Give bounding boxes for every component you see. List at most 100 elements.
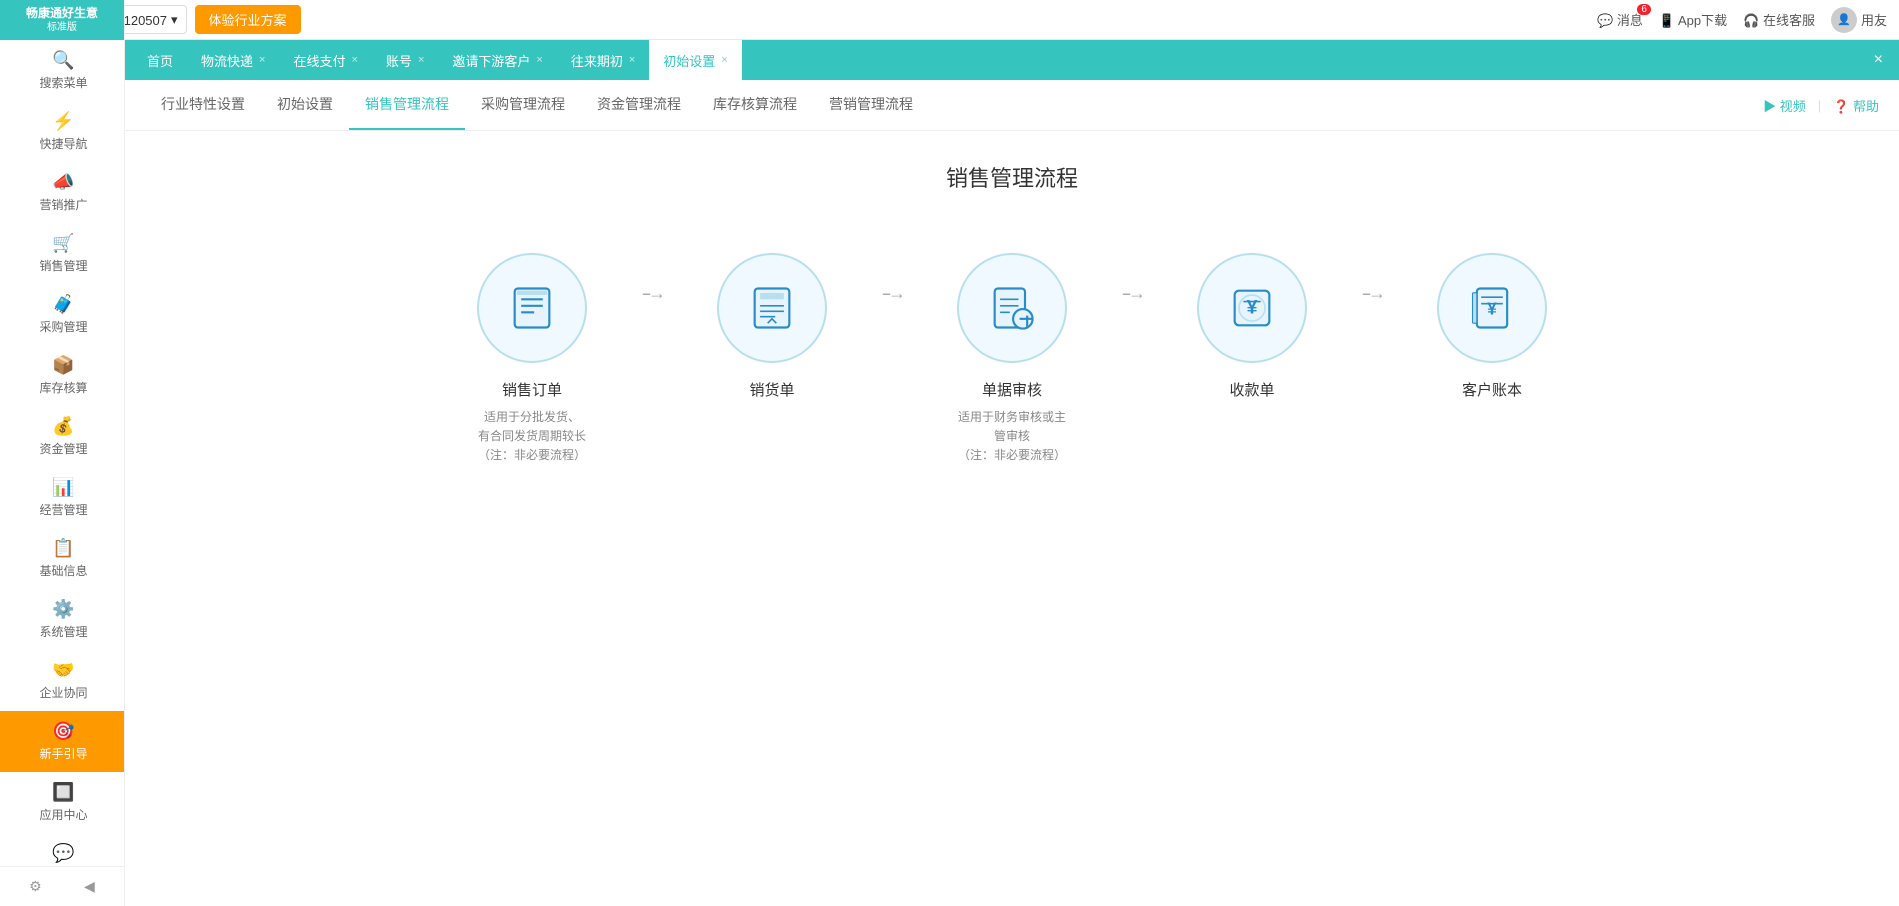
operations-icon: 📊 [52, 477, 74, 498]
sidebar-item-basic-info[interactable]: 📋 基础信息 [0, 528, 124, 589]
flow-step-receipt[interactable]: ¥ 收款单 [1162, 253, 1342, 408]
arrow-icon: - - → [882, 283, 902, 304]
video-help-btn[interactable]: ▶ 视频 [1763, 96, 1806, 115]
finance-icon: 💰 [52, 416, 74, 437]
nav-tab-close[interactable]: × [721, 54, 727, 66]
help-icon: ❓ [1833, 99, 1849, 114]
sidebar-item-purchase[interactable]: 🧳 采购管理 [0, 284, 124, 345]
nav-all-close-btn[interactable]: × [1866, 51, 1891, 69]
divider: | [1818, 98, 1821, 113]
nav-tab-payment[interactable]: 在线支付 × [279, 40, 371, 80]
flow-diagram: 销售订单 适用于分批发货、有合同发货周期较长（注：非必要流程） - - → [145, 253, 1879, 466]
sidebar-item-label: 营销推广 [39, 196, 87, 213]
settings-btn[interactable]: ⚙ [29, 878, 42, 895]
user-menu[interactable]: 👤 用友 [1831, 7, 1887, 33]
newbie-icon: 🎯 [52, 721, 74, 742]
sub-tab-inventory-flow[interactable]: 库存核算流程 [697, 80, 813, 130]
video-label: 视频 [1780, 99, 1806, 114]
nav-tab-close[interactable]: × [629, 54, 635, 66]
nav-tab-account[interactable]: 账号 × [372, 40, 438, 80]
flow-circle-receipt: ¥ [1197, 253, 1307, 363]
username-label: 用友 [1861, 10, 1887, 29]
sub-tab-marketing-flow[interactable]: 营销管理流程 [813, 80, 929, 130]
flow-arrow-4: - - → [1342, 253, 1402, 304]
chevron-down-icon: ▾ [171, 12, 178, 28]
messages-badge: 6 [1637, 4, 1651, 15]
flow-step-sales-order[interactable]: 销售订单 适用于分批发货、有合同发货周期较长（注：非必要流程） [442, 253, 622, 466]
sidebar-item-label: 企业协同 [39, 684, 87, 701]
messages-btn[interactable]: 💬 6 消息 [1597, 10, 1643, 29]
flow-arrow-1: - - → [622, 253, 682, 304]
marketing-icon: 📣 [52, 172, 74, 193]
sub-tab-label: 行业特性设置 [161, 96, 245, 112]
sidebar-item-enterprise-coop[interactable]: 🤝 企业协同 [0, 650, 124, 711]
sidebar-item-marketing-promo[interactable]: 📣 营销推广 [0, 162, 124, 223]
nav-tab-close[interactable]: × [418, 54, 424, 66]
nav-tab-label: 往来期初 [571, 51, 623, 70]
nav-tab-history[interactable]: 往来期初 × [557, 40, 649, 80]
flow-step-desc-doc-review: 适用于财务审核或主管审核（注：非必要流程） [958, 408, 1066, 466]
flow-step-name-doc-review: 单据审核 [982, 379, 1042, 400]
sidebar-item-quick[interactable]: ⚡ 快捷导航 [0, 101, 124, 162]
flow-step-name-invoice: 销货单 [749, 379, 794, 400]
sidebar-item-system[interactable]: ⚙️ 系统管理 [0, 589, 124, 650]
sidebar-item-label: 库存核算 [39, 379, 87, 396]
app-download-btn[interactable]: 📱 App下载 [1659, 10, 1727, 29]
sub-tabs-left: 行业特性设置 初始设置 销售管理流程 采购管理流程 资金管理流程 库存核算流程 … [145, 80, 929, 130]
sales-icon: 🛒 [52, 233, 74, 254]
system-icon: ⚙️ [52, 599, 74, 620]
sidebar-item-sales[interactable]: 🛒 销售管理 [0, 223, 124, 284]
message-icon: 💬 [1597, 13, 1613, 28]
sub-tab-init-settings[interactable]: 初始设置 [261, 80, 349, 130]
flow-circle-doc-review [957, 253, 1067, 363]
logo-subtext: 标准版 [26, 21, 98, 34]
nav-tab-invite[interactable]: 邀请下游客户 × [438, 40, 556, 80]
nav-tab-label: 首页 [147, 51, 173, 70]
sidebar-item-label: 经营管理 [39, 501, 87, 518]
top-bar-right: 💬 6 消息 📱 App下载 🎧 在线客服 👤 用友 [1597, 7, 1887, 33]
sidebar-item-finance[interactable]: 💰 资金管理 [0, 406, 124, 467]
trial-btn[interactable]: 体验行业方案 [195, 5, 301, 34]
nav-tab-close[interactable]: × [259, 54, 265, 66]
content-area: 销售管理流程 销售订单 适用于分批发货、有合同发货周期较长（注：非必要流程） [125, 131, 1899, 496]
sidebar-item-inventory[interactable]: 📦 库存核算 [0, 345, 124, 406]
purchase-icon: 🧳 [52, 294, 74, 315]
sub-tab-industry[interactable]: 行业特性设置 [145, 80, 261, 130]
sub-tab-finance-flow[interactable]: 资金管理流程 [581, 80, 697, 130]
collapse-btn[interactable]: ◀ [84, 878, 95, 895]
help-btn[interactable]: ❓ 帮助 [1833, 96, 1879, 115]
nav-tab-home[interactable]: 首页 [133, 40, 187, 80]
online-service-btn[interactable]: 🎧 在线客服 [1743, 10, 1815, 29]
flow-circle-customer-ledger: ¥ [1437, 253, 1547, 363]
page-title: 销售管理流程 [145, 161, 1879, 193]
sub-tab-label: 初始设置 [277, 96, 333, 112]
nav-tab-close[interactable]: × [351, 54, 357, 66]
sub-tab-sales-flow[interactable]: 销售管理流程 [349, 80, 465, 130]
sidebar-item-newbie[interactable]: 🎯 新手引导 [0, 711, 124, 772]
flow-step-invoice[interactable]: 销货单 [682, 253, 862, 408]
sub-tab-label: 资金管理流程 [597, 96, 681, 112]
nav-tab-label: 邀请下游客户 [452, 51, 530, 70]
nav-tab-logistics[interactable]: 物流快递 × [187, 40, 279, 80]
sidebar-item-enterprise-wechat[interactable]: 💬 企业微信 [0, 833, 124, 866]
sidebar-item-operations[interactable]: 📊 经营管理 [0, 467, 124, 528]
messages-label: 消息 [1617, 13, 1643, 28]
sidebar-items: 🔍 搜索菜单 ⚡ 快捷导航 📣 营销推广 🛒 销售管理 🧳 采购管理 📦 库存核… [0, 40, 124, 866]
sidebar-item-app-center[interactable]: 🔲 应用中心 [0, 772, 124, 833]
nav-tab-label: 初始设置 [663, 51, 715, 70]
sidebar-item-search[interactable]: 🔍 搜索菜单 [0, 40, 124, 101]
nav-tab-close[interactable]: × [536, 54, 542, 66]
flow-step-name-customer-ledger: 客户账本 [1462, 379, 1522, 400]
flow-step-customer-ledger[interactable]: ¥ 客户账本 [1402, 253, 1582, 408]
flow-step-name-receipt: 收款单 [1229, 379, 1274, 400]
sub-tab-label: 库存核算流程 [713, 96, 797, 112]
sub-tab-purchase-flow[interactable]: 采购管理流程 [465, 80, 581, 130]
flow-step-doc-review[interactable]: 单据审核 适用于财务审核或主管审核（注：非必要流程） [922, 253, 1102, 466]
svg-text:¥: ¥ [1247, 296, 1258, 318]
sidebar-item-label: 资金管理 [39, 440, 87, 457]
sidebar-item-label: 基础信息 [39, 562, 87, 579]
sub-tabs: 行业特性设置 初始设置 销售管理流程 采购管理流程 资金管理流程 库存核算流程 … [125, 80, 1899, 131]
sidebar-footer: ⚙ ◀ [0, 866, 124, 906]
nav-tab-init[interactable]: 初始设置 × [649, 40, 741, 80]
video-icon: ▶ [1763, 99, 1776, 114]
